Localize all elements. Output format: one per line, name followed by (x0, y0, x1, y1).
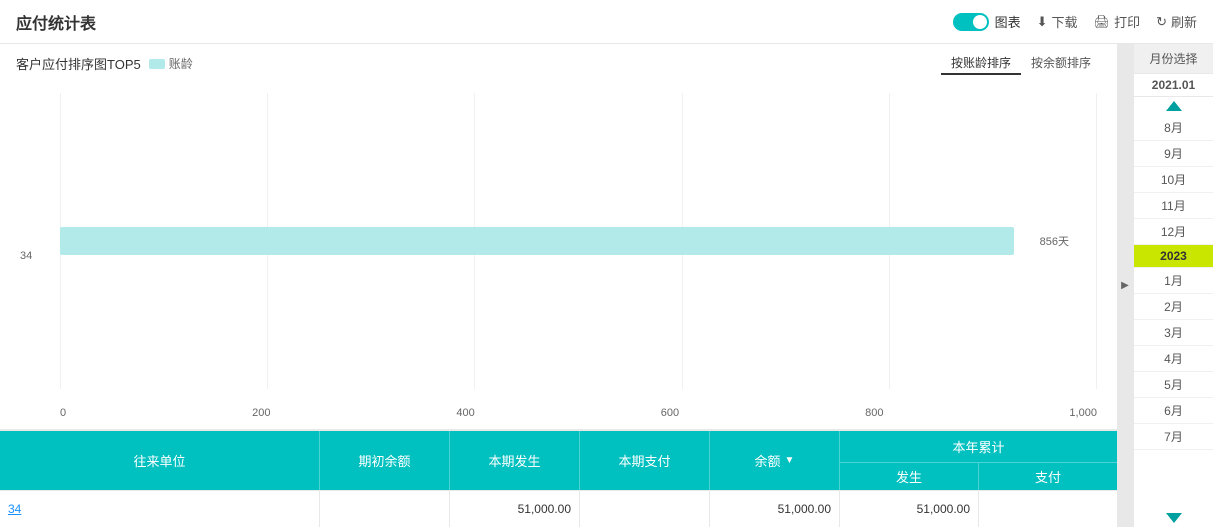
month-item-11[interactable]: 11月 (1134, 193, 1213, 219)
header-actions: 图表 ⬇ 下载 🖨 打印 ↻ 刷新 (953, 12, 1197, 31)
bennianjilei-top-label: 本年累计 (840, 431, 1117, 463)
print-icon: 🖨 (1094, 14, 1111, 30)
chart-header: 客户应付排序图TOP5 账龄 按账龄排序 按余额排序 (0, 44, 1117, 83)
col-header-qichu: 期初余额 (320, 431, 450, 490)
x-axis: 0 200 400 600 800 1,000 (60, 407, 1097, 419)
sort-by-age-button[interactable]: 按账龄排序 (941, 52, 1021, 75)
col-header-benqi-fasheng: 本期发生 (450, 431, 580, 490)
print-button[interactable]: 🖨 打印 (1094, 12, 1141, 31)
sidebar-toggle-button[interactable]: ▶ (1117, 44, 1133, 527)
sidebar-scroll-down-button[interactable] (1134, 509, 1213, 527)
right-sidebar: 月份选择 2021.01 8月 9月 10月 11月 12月 2023 1月 2… (1133, 44, 1213, 527)
sidebar-month-list: 8月 9月 10月 11月 12月 2023 1月 2月 3月 4月 5月 6月… (1134, 115, 1213, 509)
download-icon: ⬇ (1037, 14, 1048, 30)
y-axis-label: 34 (20, 250, 32, 262)
table-row: 34 51,000.00 51,000.00 51,000.00 (0, 490, 1117, 527)
month-item-12[interactable]: 12月 (1134, 219, 1213, 245)
laiwai-link[interactable]: 34 (8, 502, 21, 516)
page-title: 应付统计表 (16, 10, 96, 34)
month-item-4[interactable]: 4月 (1134, 346, 1213, 372)
sidebar-year-input[interactable]: 2021.01 (1134, 74, 1213, 97)
chart-legend: 客户应付排序图TOP5 账龄 (16, 54, 193, 73)
x-label-600: 600 (661, 407, 679, 419)
month-item-7[interactable]: 7月 (1134, 424, 1213, 450)
cell-laiwai: 34 (0, 491, 320, 527)
bar-right-label: 856天 (1040, 233, 1069, 249)
download-button[interactable]: ⬇ 下载 (1037, 12, 1078, 31)
month-item-3[interactable]: 3月 (1134, 320, 1213, 346)
cell-zhifu (979, 491, 1117, 527)
bars-area: 856天 (60, 93, 1097, 389)
col-header-bennianjilei: 本年累计 发生 支付 (840, 431, 1117, 490)
main-content: 客户应付排序图TOP5 账龄 按账龄排序 按余额排序 (0, 44, 1213, 527)
month-item-1[interactable]: 1月 (1134, 268, 1213, 294)
sort-by-balance-button[interactable]: 按余额排序 (1021, 52, 1101, 75)
col-header-laiwai: 往来单位 (0, 431, 320, 490)
legend-label: 客户应付排序图TOP5 (16, 54, 141, 73)
x-label-400: 400 (456, 407, 474, 419)
refresh-icon: ↻ (1156, 14, 1167, 30)
refresh-button[interactable]: ↻ 刷新 (1156, 12, 1197, 31)
month-item-9[interactable]: 9月 (1134, 141, 1213, 167)
sub-header-zhifu: 支付 (979, 463, 1117, 490)
col-header-benqi-zhifu: 本期支付 (580, 431, 710, 490)
chevron-down-icon (1166, 513, 1182, 523)
col-header-yue: 余额 ▼ (710, 431, 840, 490)
year-marker-2023[interactable]: 2023 (1134, 245, 1213, 268)
header: 应付统计表 图表 ⬇ 下载 🖨 打印 ↻ 刷新 (0, 0, 1213, 44)
sub-header-fasheng: 发生 (840, 463, 979, 490)
month-item-5[interactable]: 5月 (1134, 372, 1213, 398)
table-header: 往来单位 期初余额 本期发生 本期支付 余额 ▼ 本年累计 发生 支付 (0, 431, 1117, 490)
cell-qichu (320, 491, 450, 527)
sort-buttons: 按账龄排序 按余额排序 (941, 52, 1101, 75)
chart-toggle[interactable] (953, 13, 989, 31)
bar-chart: 34 856天 0 200 400 600 800 1,000 (0, 83, 1117, 429)
legend-color-zhang (149, 59, 165, 69)
app-container: 应付统计表 图表 ⬇ 下载 🖨 打印 ↻ 刷新 (0, 0, 1213, 527)
chart-toggle-label: 图表 (995, 12, 1021, 31)
cell-fasheng: 51,000.00 (840, 491, 979, 527)
bennianjilei-sub-headers: 发生 支付 (840, 463, 1117, 490)
month-item-2[interactable]: 2月 (1134, 294, 1213, 320)
chart-toggle-wrap: 图表 (953, 12, 1021, 31)
sidebar-toggle-icon: ▶ (1121, 280, 1129, 291)
x-label-0: 0 (60, 407, 66, 419)
x-label-200: 200 (252, 407, 270, 419)
x-label-1000: 1,000 (1069, 407, 1097, 419)
sidebar-scroll-up-button[interactable] (1134, 97, 1213, 115)
cell-benqi-zhifu (580, 491, 710, 527)
table-area: 往来单位 期初余额 本期发生 本期支付 余额 ▼ 本年累计 发生 支付 (0, 429, 1117, 527)
chevron-up-icon (1166, 101, 1182, 111)
cell-yue: 51,000.00 (710, 491, 840, 527)
bar-item: 856天 (60, 227, 1014, 255)
sidebar-month-header: 月份选择 (1134, 44, 1213, 74)
yue-sort-icon: ▼ (785, 455, 795, 466)
legend-item-zhang: 账龄 (149, 55, 193, 72)
chart-area: 客户应付排序图TOP5 账龄 按账龄排序 按余额排序 (0, 44, 1117, 527)
month-item-10[interactable]: 10月 (1134, 167, 1213, 193)
legend-zhang-label: 账龄 (169, 55, 193, 72)
cell-benqi-fasheng: 51,000.00 (450, 491, 580, 527)
x-label-800: 800 (865, 407, 883, 419)
month-item-8[interactable]: 8月 (1134, 115, 1213, 141)
month-item-6[interactable]: 6月 (1134, 398, 1213, 424)
